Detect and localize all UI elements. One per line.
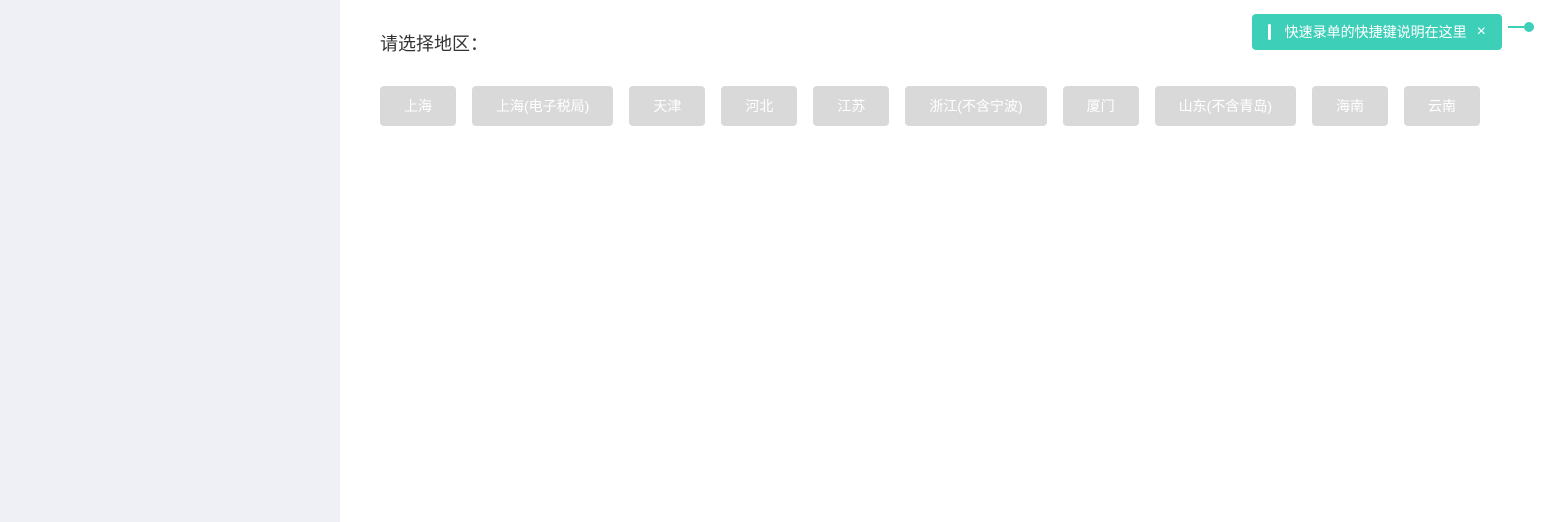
region-button-shandong[interactable]: 山东(不含青岛): [1155, 86, 1296, 126]
tooltip-text: 快速录单的快捷键说明在这里: [1285, 22, 1467, 42]
tooltip-dot: [1524, 22, 1534, 32]
tooltip-banner: 快速录单的快捷键说明在这里 ×: [1252, 14, 1502, 50]
tooltip-close-button[interactable]: ×: [1477, 24, 1486, 40]
main-content: 请选择地区： 上海上海(电子税局)天津河北江苏浙江(不含宁波)厦门山东(不含青岛…: [340, 0, 1562, 522]
region-button-jiangsu[interactable]: 江苏: [813, 86, 889, 126]
region-button-hebei[interactable]: 河北: [721, 86, 797, 126]
region-buttons: 上海上海(电子税局) 天津河北江苏浙江(不含宁波) 厦门山东(不含青岛) 海南云南: [380, 86, 1522, 126]
region-button-yunnan[interactable]: 云南: [1404, 86, 1480, 126]
sidebar: [0, 0, 340, 522]
region-button-shanghai[interactable]: 上海: [380, 86, 456, 126]
region-button-hainan[interactable]: 海南: [1312, 86, 1388, 126]
region-button-zhejiang[interactable]: 浙江(不含宁波): [905, 86, 1046, 126]
region-button-shanghai-etax[interactable]: 上海(电子税局): [472, 86, 613, 126]
region-button-tianjin[interactable]: 天津: [629, 86, 705, 126]
region-button-xiamen[interactable]: 厦门: [1063, 86, 1139, 126]
